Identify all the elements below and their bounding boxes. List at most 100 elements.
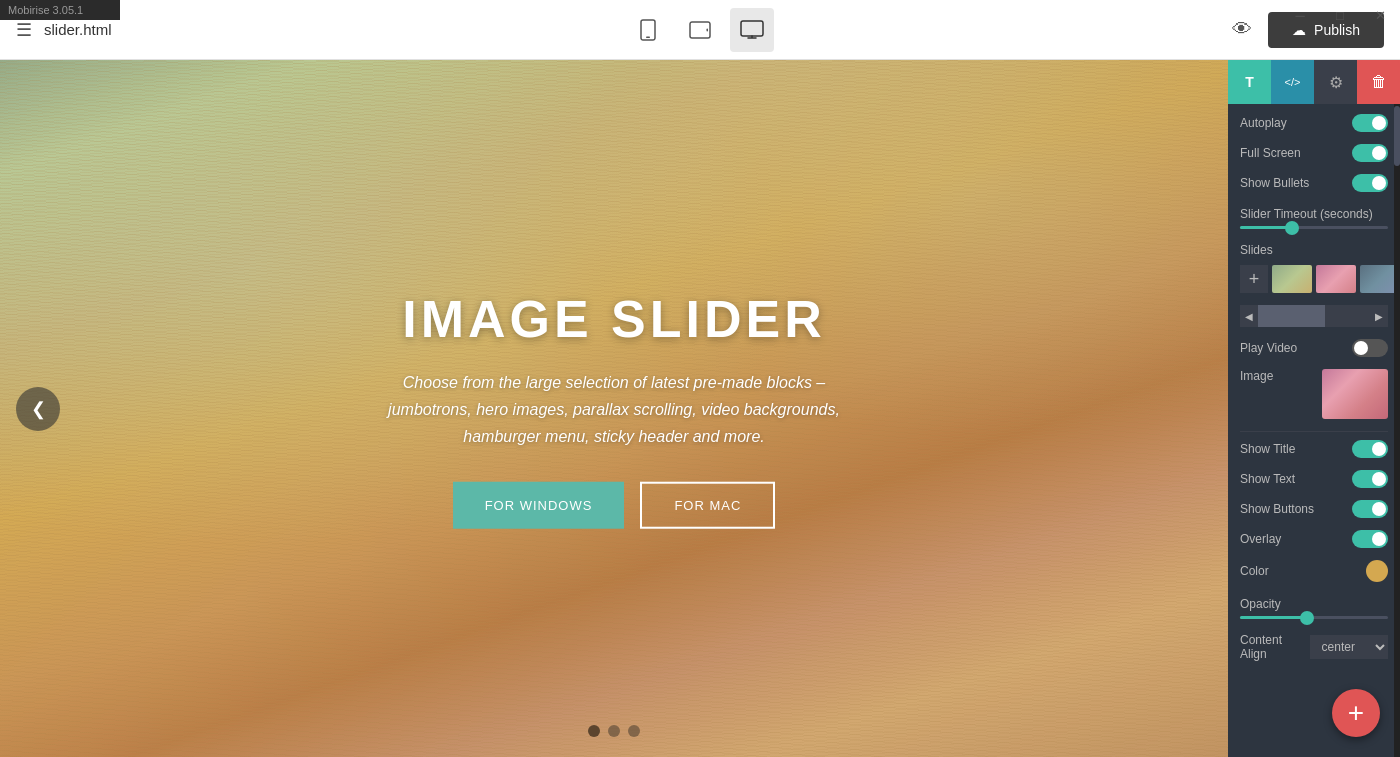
scroll-track — [1258, 305, 1370, 327]
slides-label: Slides — [1240, 243, 1388, 257]
slide-thumb-1[interactable] — [1272, 265, 1312, 293]
show-bullets-knob — [1372, 176, 1386, 190]
scroll-right-button[interactable]: ▶ — [1370, 305, 1388, 327]
desktop-view-button[interactable] — [730, 8, 774, 52]
slider-content: IMAGE SLIDER Choose from the large selec… — [314, 288, 914, 529]
slides-scroll-nav: ◀ ▶ — [1240, 305, 1388, 327]
app-version: Mobirise 3.05.1 — [0, 0, 120, 20]
slider-timeout-thumb[interactable] — [1285, 221, 1299, 235]
divider-1 — [1240, 431, 1388, 432]
show-text-row: Show Text — [1240, 470, 1388, 488]
overlay-label: Overlay — [1240, 532, 1281, 546]
image-label: Image — [1240, 369, 1273, 383]
color-row: Color — [1240, 560, 1388, 582]
play-video-label: Play Video — [1240, 341, 1297, 355]
plus-icon: + — [1249, 269, 1260, 290]
opacity-fill — [1240, 616, 1307, 619]
panel-tabs: T </> ⚙ 🗑 — [1228, 60, 1400, 104]
panel-scrollbar — [1394, 104, 1400, 757]
show-text-toggle[interactable] — [1352, 470, 1388, 488]
main-area: ❮ IMAGE SLIDER Choose from the large sel… — [0, 60, 1400, 757]
show-title-knob — [1372, 442, 1386, 456]
slider-buttons: FOR WINDOWS FOR MAC — [314, 482, 914, 529]
mac-button[interactable]: FOR MAC — [640, 482, 775, 529]
svg-rect-3 — [707, 28, 709, 31]
svg-rect-4 — [741, 21, 763, 36]
content-align-label: Content Align — [1240, 633, 1310, 661]
image-row: Image — [1240, 369, 1388, 419]
color-swatch[interactable] — [1366, 560, 1388, 582]
filename-label: slider.html — [44, 21, 112, 38]
chevron-left-icon: ❮ — [31, 398, 46, 420]
show-text-label: Show Text — [1240, 472, 1295, 486]
close-button[interactable]: ✕ — [1360, 0, 1400, 30]
scroll-left-button[interactable]: ◀ — [1240, 305, 1258, 327]
overlay-row: Overlay — [1240, 530, 1388, 548]
dot-3[interactable] — [628, 725, 640, 737]
text-tab-icon: T — [1245, 74, 1254, 90]
opacity-track[interactable] — [1240, 616, 1388, 619]
play-video-toggle[interactable] — [1352, 339, 1388, 357]
show-buttons-knob — [1372, 502, 1386, 516]
maximize-button[interactable]: □ — [1320, 0, 1360, 30]
add-slide-button[interactable]: + — [1240, 265, 1268, 293]
titlebar-left: ☰ slider.html — [16, 19, 112, 41]
add-block-button[interactable]: + — [1332, 689, 1380, 737]
autoplay-toggle[interactable] — [1352, 114, 1388, 132]
preview-icon[interactable]: 👁 — [1232, 18, 1252, 41]
fullscreen-row: Full Screen — [1240, 144, 1388, 162]
version-text: Mobirise 3.05.1 — [8, 4, 83, 16]
show-buttons-toggle[interactable] — [1352, 500, 1388, 518]
panel-scrollbar-thumb[interactable] — [1394, 106, 1400, 166]
show-title-row: Show Title — [1240, 440, 1388, 458]
windows-button[interactable]: FOR WINDOWS — [453, 482, 625, 529]
tab-delete[interactable]: 🗑 — [1357, 60, 1400, 104]
tab-text[interactable]: T — [1228, 60, 1271, 104]
slider-timeout-track[interactable] — [1240, 226, 1388, 229]
content-align-select[interactable]: center left right — [1310, 635, 1388, 659]
show-bullets-label: Show Bullets — [1240, 176, 1309, 190]
image-placeholder — [1322, 369, 1388, 419]
show-buttons-label: Show Buttons — [1240, 502, 1314, 516]
opacity-section: Opacity — [1240, 594, 1388, 619]
mobile-view-button[interactable] — [626, 8, 670, 52]
dot-2[interactable] — [608, 725, 620, 737]
tablet-view-button[interactable] — [678, 8, 722, 52]
play-video-knob — [1354, 341, 1368, 355]
autoplay-row: Autoplay — [1240, 114, 1388, 132]
fullscreen-label: Full Screen — [1240, 146, 1301, 160]
slider-timeout-label: Slider Timeout (seconds) — [1240, 207, 1373, 221]
slide-thumb-2[interactable] — [1316, 265, 1356, 293]
slider-dots — [588, 725, 640, 737]
show-title-label: Show Title — [1240, 442, 1295, 456]
show-bullets-row: Show Bullets — [1240, 174, 1388, 192]
minimize-button[interactable]: ─ — [1280, 0, 1320, 30]
opacity-thumb[interactable] — [1300, 611, 1314, 625]
slider-subtitle: Choose from the large selection of lates… — [314, 368, 914, 450]
show-text-knob — [1372, 472, 1386, 486]
play-video-row: Play Video — [1240, 339, 1388, 357]
panel-content[interactable]: Autoplay Full Screen Show Bullets — [1228, 104, 1400, 757]
image-preview[interactable] — [1322, 369, 1388, 419]
tab-code[interactable]: </> — [1271, 60, 1314, 104]
slides-thumbs: + — [1240, 265, 1388, 293]
tab-settings[interactable]: ⚙ — [1314, 60, 1357, 104]
dot-1[interactable] — [588, 725, 600, 737]
show-buttons-row: Show Buttons — [1240, 500, 1388, 518]
autoplay-knob — [1372, 116, 1386, 130]
color-label: Color — [1240, 564, 1269, 578]
overlay-knob — [1372, 532, 1386, 546]
slider-title: IMAGE SLIDER — [314, 288, 914, 348]
window-controls: ─ □ ✕ — [1280, 0, 1400, 30]
overlay-toggle[interactable] — [1352, 530, 1388, 548]
show-bullets-toggle[interactable] — [1352, 174, 1388, 192]
slider-timeout-section: Slider Timeout (seconds) — [1240, 204, 1388, 229]
show-title-toggle[interactable] — [1352, 440, 1388, 458]
menu-icon[interactable]: ☰ — [16, 19, 32, 41]
fullscreen-toggle[interactable] — [1352, 144, 1388, 162]
right-panel: T </> ⚙ 🗑 Autoplay Full Scre — [1228, 60, 1400, 757]
scroll-indicator — [1258, 305, 1325, 327]
slides-section: Slides + — [1240, 243, 1388, 293]
slider-prev-button[interactable]: ❮ — [16, 387, 60, 431]
view-switcher — [626, 8, 774, 52]
